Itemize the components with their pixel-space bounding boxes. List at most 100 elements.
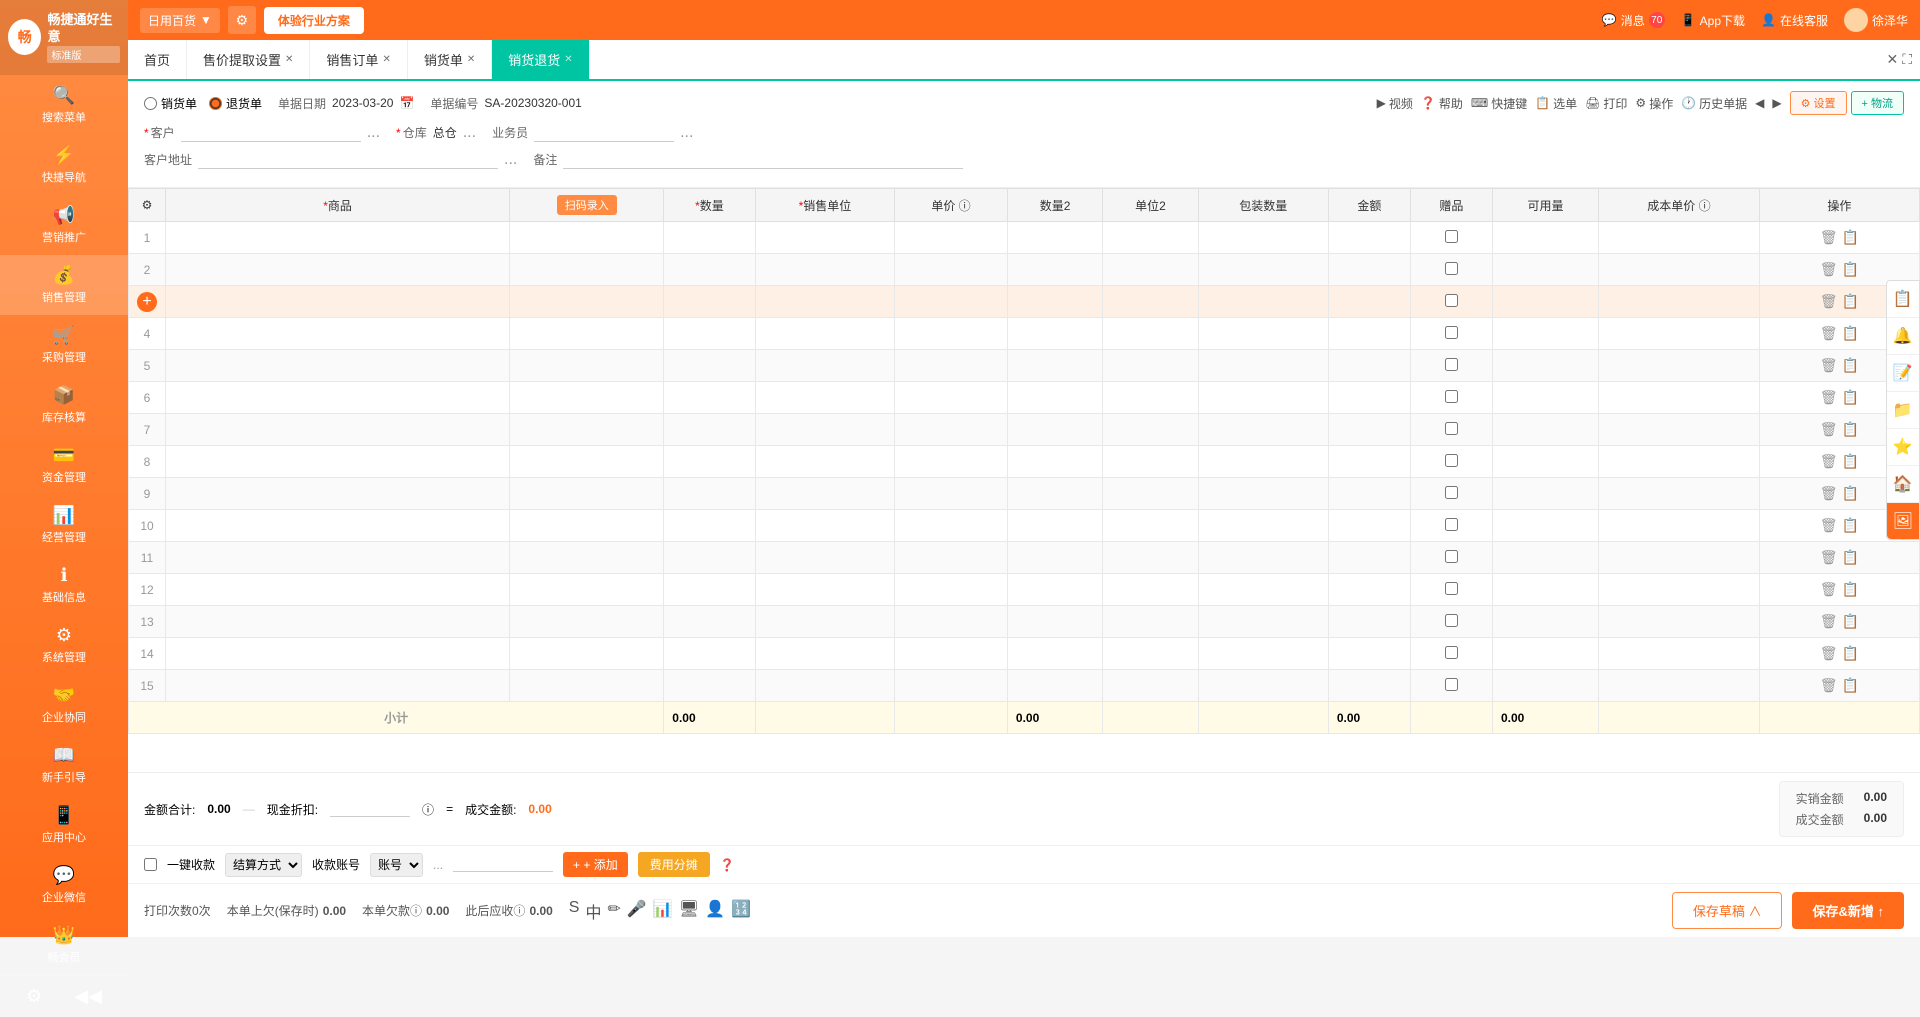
delete-row-icon[interactable]: 🗑	[1820, 581, 1838, 598]
address-input[interactable]	[198, 150, 498, 169]
gift-checkbox[interactable]	[1445, 358, 1458, 371]
scan-input-button[interactable]: 扫码录入	[557, 195, 617, 215]
qty-cell[interactable]	[664, 350, 755, 382]
calendar-icon[interactable]: 📅	[399, 96, 414, 110]
tab-sales-bill-close-icon[interactable]: ✕	[467, 54, 475, 65]
radio-return-bill[interactable]: 退货单	[209, 95, 262, 112]
sidebar-item-finance[interactable]: 💳 资金管理	[0, 435, 128, 495]
sidebar-item-vip[interactable]: 👑 畅会员	[0, 915, 128, 975]
gift-cell[interactable]	[1410, 414, 1492, 446]
unit2-cell[interactable]	[1103, 670, 1198, 702]
unit2-cell[interactable]	[1103, 542, 1198, 574]
price-cell[interactable]	[895, 574, 1008, 606]
tab-home[interactable]: 首页	[128, 40, 187, 79]
qty-cell[interactable]	[664, 414, 755, 446]
select-button[interactable]: 📋 选单	[1535, 91, 1577, 115]
qty2-cell[interactable]	[1007, 670, 1102, 702]
copy-row-icon[interactable]: 📋	[1842, 613, 1859, 630]
gift-checkbox[interactable]	[1445, 646, 1458, 659]
amount-cell[interactable]	[1328, 446, 1410, 478]
tab-close-all-button[interactable]: ✕	[1886, 51, 1898, 68]
price-cell[interactable]	[895, 638, 1008, 670]
unit-cell[interactable]	[755, 318, 894, 350]
save-draft-button[interactable]: 保存草稿 ∧	[1672, 892, 1783, 929]
sidebar-item-search[interactable]: 🔍 搜索菜单	[0, 75, 128, 135]
price-cell[interactable]	[895, 382, 1008, 414]
product-cell[interactable]	[166, 446, 510, 478]
gift-cell[interactable]	[1410, 542, 1492, 574]
product-cell[interactable]	[166, 222, 510, 254]
tab-sales-order[interactable]: 销售订单 ✕	[310, 40, 407, 79]
qty-cell-active[interactable]	[664, 286, 755, 318]
status-icon-4[interactable]: 📊	[653, 899, 673, 923]
status-icon-6[interactable]: 👤	[705, 899, 725, 923]
price-cell[interactable]	[895, 446, 1008, 478]
qty2-cell[interactable]	[1007, 510, 1102, 542]
gift-checkbox[interactable]	[1445, 614, 1458, 627]
note-input[interactable]	[563, 150, 963, 169]
qty2-cell[interactable]	[1007, 318, 1102, 350]
price-cell[interactable]	[895, 254, 1008, 286]
gift-checkbox[interactable]	[1445, 230, 1458, 243]
product-cell[interactable]	[166, 510, 510, 542]
amount-cell[interactable]	[1328, 478, 1410, 510]
tab-sales-bill[interactable]: 销货单 ✕	[408, 40, 492, 79]
gift-checkbox[interactable]	[1445, 518, 1458, 531]
warehouse-select-icon[interactable]: ...	[463, 124, 476, 142]
sidebar-item-system[interactable]: ⚙ 系统管理	[0, 615, 128, 675]
delete-row-icon[interactable]: 🗑	[1820, 421, 1838, 438]
sidebar-item-shortcuts[interactable]: ⚡ 快捷导航	[0, 135, 128, 195]
unit2-cell[interactable]	[1103, 478, 1198, 510]
amount-cell[interactable]	[1328, 542, 1410, 574]
delete-row-icon[interactable]: 🗑	[1820, 453, 1838, 470]
account-select[interactable]: 账号	[370, 853, 423, 877]
shortcuts-button[interactable]: ⌨ 快捷键	[1471, 91, 1527, 115]
copy-row-icon[interactable]: 📋	[1842, 325, 1859, 342]
pack-qty-cell[interactable]	[1198, 574, 1328, 606]
unit2-cell[interactable]	[1103, 574, 1198, 606]
delete-row-icon[interactable]: 🗑	[1820, 613, 1838, 630]
gift-cell[interactable]	[1410, 670, 1492, 702]
gift-cell[interactable]	[1410, 510, 1492, 542]
tab-sales-return-close-icon[interactable]: ✕	[564, 54, 572, 65]
status-icon-s[interactable]: S	[569, 899, 580, 923]
amount-cell[interactable]	[1328, 382, 1410, 414]
gift-cell[interactable]	[1410, 478, 1492, 510]
history-button[interactable]: 🕐 历史单据	[1681, 91, 1747, 115]
amount-cell[interactable]	[1328, 414, 1410, 446]
amount-cell[interactable]	[1328, 222, 1410, 254]
product-input[interactable]	[174, 231, 501, 245]
unit2-cell[interactable]	[1103, 318, 1198, 350]
table-gear-header[interactable]: ⚙	[129, 189, 166, 222]
gift-cell[interactable]	[1410, 382, 1492, 414]
gift-cell[interactable]	[1410, 446, 1492, 478]
qty2-cell[interactable]	[1007, 414, 1102, 446]
qty-cell[interactable]	[664, 510, 755, 542]
amount-cell[interactable]	[1328, 510, 1410, 542]
unit2-cell[interactable]	[1103, 606, 1198, 638]
right-tool-active[interactable]: 🖼	[1887, 503, 1919, 539]
copy-row-icon[interactable]: 📋	[1842, 357, 1859, 374]
copy-row-icon[interactable]: 📋	[1842, 453, 1859, 470]
price-cell[interactable]	[895, 606, 1008, 638]
sidebar-item-appstore[interactable]: 📱 应用中心	[0, 795, 128, 855]
copy-row-icon[interactable]: 📋	[1842, 549, 1859, 566]
pack-qty-cell[interactable]	[1198, 382, 1328, 414]
price-cell-active[interactable]	[895, 286, 1008, 318]
tab-sales-return[interactable]: 销货退货 ✕	[492, 40, 589, 79]
qty2-cell-active[interactable]	[1007, 286, 1102, 318]
delete-row-icon[interactable]: 🗑	[1820, 517, 1838, 534]
unit-cell[interactable]	[755, 478, 894, 510]
category-selector[interactable]: 日用百货 ▼	[140, 8, 220, 33]
copy-row-icon[interactable]: 📋	[1842, 293, 1859, 310]
copy-row-icon[interactable]: 📋	[1842, 485, 1859, 502]
unit-cell[interactable]	[755, 254, 894, 286]
qty-cell[interactable]	[664, 446, 755, 478]
qty2-cell[interactable]	[1007, 254, 1102, 286]
gift-checkbox[interactable]	[1445, 422, 1458, 435]
pack-qty-cell[interactable]	[1198, 254, 1328, 286]
one-click-payment-checkbox[interactable]	[144, 858, 157, 871]
pack-qty-cell[interactable]	[1198, 478, 1328, 510]
price-cell[interactable]	[895, 318, 1008, 350]
copy-row-icon[interactable]: 📋	[1842, 421, 1859, 438]
